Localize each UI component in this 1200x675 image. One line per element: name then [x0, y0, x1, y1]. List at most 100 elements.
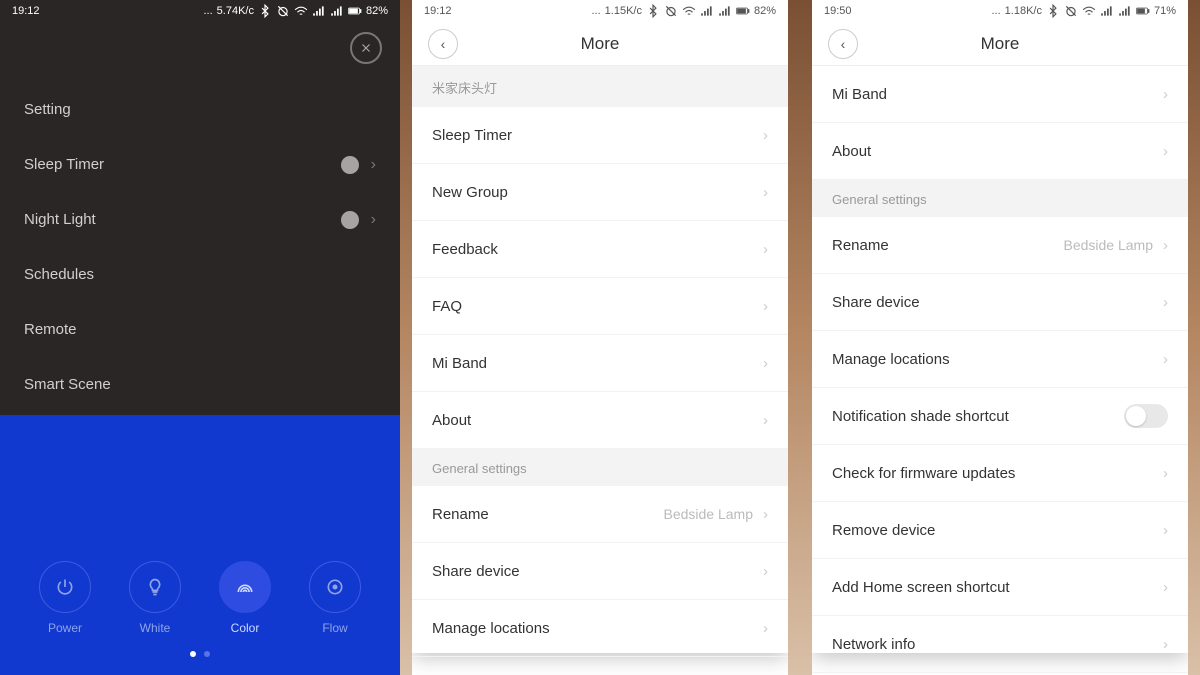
dot-1	[190, 651, 196, 657]
signal-2-icon	[330, 4, 344, 18]
toggle-switch[interactable]	[1124, 404, 1168, 428]
row-faq[interactable]: FAQ ›	[412, 278, 788, 335]
row-feedback[interactable]: Feedback ›	[412, 221, 788, 278]
settings-menu: Setting Sleep Timer › Night Light › Sche…	[0, 22, 400, 412]
chevron-right-icon: ›	[371, 156, 376, 174]
bluetooth-icon	[1046, 4, 1060, 18]
signal-icon	[700, 4, 714, 18]
menu-label: Night Light	[24, 211, 96, 228]
wifi-icon	[294, 4, 308, 18]
chevron-right-icon: ›	[763, 506, 768, 523]
row-label: Remove device	[832, 522, 935, 539]
settings-overlay: Setting Sleep Timer › Night Light › Sche…	[0, 22, 400, 415]
back-button[interactable]: ‹	[828, 29, 858, 59]
phone-3: 19:50 ... 1.18K/c 71% ‹ More Mi Band› Ab…	[800, 0, 1200, 675]
bluetooth-icon	[258, 4, 272, 18]
signal-2-icon	[718, 4, 732, 18]
bluetooth-icon	[646, 4, 660, 18]
row-label: Network info	[832, 636, 915, 653]
status-bar: 19:12 ... 1.15K/c 82%	[412, 0, 788, 22]
row-manage-locations[interactable]: Manage locations›	[812, 331, 1188, 388]
chevron-right-icon: ›	[763, 412, 768, 429]
control-color[interactable]: Color	[219, 561, 271, 635]
section-header: General settings	[412, 449, 788, 486]
chevron-left-icon: ‹	[841, 36, 846, 52]
row-notification-shortcut[interactable]: Notification shade shortcut	[812, 388, 1188, 445]
row-new-group[interactable]: New Group ›	[412, 164, 788, 221]
menu-night-light[interactable]: Night Light ›	[0, 192, 400, 247]
chevron-right-icon: ›	[371, 211, 376, 229]
indicator-dot	[341, 156, 359, 174]
chevron-right-icon: ›	[1163, 237, 1168, 254]
back-button[interactable]: ‹	[428, 29, 458, 59]
row-home-shortcut[interactable]: Add Home screen shortcut›	[812, 559, 1188, 616]
row-manage-locations[interactable]: Manage locations›	[412, 600, 788, 657]
menu-label: Schedules	[24, 266, 94, 283]
chevron-right-icon: ›	[763, 184, 768, 201]
page-indicator	[0, 651, 400, 657]
row-label: About	[432, 412, 471, 429]
control-label: Power	[48, 621, 82, 635]
menu-schedules[interactable]: Schedules	[0, 247, 400, 302]
chevron-right-icon: ›	[763, 298, 768, 315]
menu-label: Smart Scene	[24, 376, 111, 393]
control-white[interactable]: White	[129, 561, 181, 635]
alarm-off-icon	[276, 4, 290, 18]
row-network-info[interactable]: Network info›	[812, 616, 1188, 673]
menu-sleep-timer[interactable]: Sleep Timer ›	[0, 137, 400, 192]
row-share-device[interactable]: Share device›	[812, 274, 1188, 331]
row-remove-device[interactable]: Remove device ›	[812, 502, 1188, 559]
row-label: Feedback	[432, 241, 498, 258]
status-dots-icon: ...	[991, 5, 1000, 17]
chevron-right-icon: ›	[763, 563, 768, 580]
row-value: Bedside Lamp	[1063, 237, 1153, 253]
status-battery: 82%	[754, 5, 776, 17]
row-label: Sleep Timer	[432, 127, 512, 144]
wifi-icon	[1082, 4, 1096, 18]
page-title: More	[581, 34, 620, 54]
status-net: 1.15K/c	[605, 5, 642, 17]
row-label: Rename	[832, 237, 889, 254]
chevron-right-icon: ›	[1163, 522, 1168, 539]
control-label: Flow	[322, 621, 347, 635]
row-share-device[interactable]: Share device ›	[412, 543, 788, 600]
status-net: 5.74K/c	[217, 5, 254, 17]
row-label: Share device	[432, 563, 520, 580]
menu-setting[interactable]: Setting	[0, 82, 400, 137]
row-about[interactable]: About ›	[412, 392, 788, 449]
row-label: Rename	[432, 506, 489, 523]
row-mi-band[interactable]: Mi Band ›	[812, 66, 1188, 123]
chevron-right-icon: ›	[1163, 294, 1168, 311]
status-battery: 82%	[366, 5, 388, 17]
row-sleep-timer[interactable]: Sleep Timer›	[412, 107, 788, 164]
chevron-right-icon: ›	[1163, 86, 1168, 103]
menu-label: Remote	[24, 321, 77, 338]
close-button[interactable]	[350, 32, 382, 64]
indicator-dot	[341, 211, 359, 229]
close-icon	[359, 41, 373, 55]
chevron-right-icon: ›	[763, 241, 768, 258]
menu-smart-scene[interactable]: Smart Scene	[0, 357, 400, 412]
status-dots-icon: ...	[591, 5, 600, 17]
page-title: More	[981, 34, 1020, 54]
row-label: FAQ	[432, 298, 462, 315]
wifi-icon	[682, 4, 696, 18]
rainbow-icon	[235, 577, 255, 597]
menu-remote[interactable]: Remote	[0, 302, 400, 357]
row-rename[interactable]: Rename Bedside Lamp ›	[812, 217, 1188, 274]
row-rename[interactable]: Rename Bedside Lamp›	[412, 486, 788, 543]
section-header: 米家床头灯	[412, 66, 788, 107]
row-label: Mi Band	[832, 86, 887, 103]
bulb-icon	[145, 577, 165, 597]
control-flow[interactable]: Flow	[309, 561, 361, 635]
row-firmware-updates[interactable]: Check for firmware updates›	[812, 445, 1188, 502]
row-about[interactable]: About›	[812, 123, 1188, 180]
row-label: New Group	[432, 184, 508, 201]
status-dots-icon: ...	[203, 5, 212, 17]
chevron-right-icon: ›	[1163, 143, 1168, 160]
row-mi-band[interactable]: Mi Band›	[412, 335, 788, 392]
control-power[interactable]: Power	[39, 561, 91, 635]
row-label: Manage locations	[832, 351, 950, 368]
bottom-controls: Power White Color Flow	[0, 415, 400, 675]
status-battery: 71%	[1154, 5, 1176, 17]
